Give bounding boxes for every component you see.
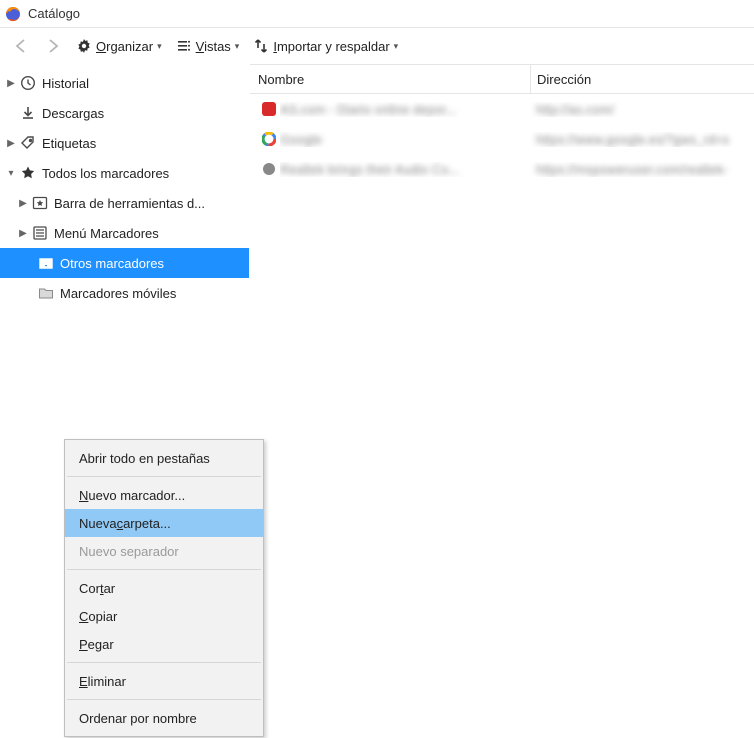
organize-label: Organizar — [96, 39, 153, 54]
ctx-paste: Pegar — [65, 630, 263, 658]
bookmarks-menu-icon — [30, 225, 50, 241]
firefox-icon — [4, 5, 22, 23]
chevron-down-icon: ▾ — [157, 41, 162, 52]
sidebar-item-bookmarks-menu[interactable]: ▶ Menú Marcadores — [0, 218, 249, 248]
column-address[interactable]: Dirección — [530, 65, 754, 93]
separator — [67, 476, 261, 477]
import-label: Importar y respaldar — [273, 39, 389, 54]
bookmark-url: http://as.com/ — [530, 102, 754, 117]
separator — [67, 699, 261, 700]
window-titlebar: Catálogo — [0, 0, 754, 28]
sidebar-item-downloads[interactable]: Descargas — [0, 98, 249, 128]
ctx-open-all-tabs[interactable]: Abrir todo en pestañas — [65, 444, 263, 472]
bookmark-name: Realtek brings their Audio Co... — [280, 162, 530, 177]
chevron-down-icon: ▾ — [235, 41, 240, 52]
views-label: Vistas — [196, 39, 231, 54]
sidebar-label: Otros marcadores — [60, 256, 164, 271]
ctx-copy[interactable]: Copiar — [65, 602, 263, 630]
favicon — [258, 132, 280, 146]
bookmark-url: https://www.google.es/?gws_rd=s — [530, 132, 754, 147]
sidebar-label: Historial — [42, 76, 89, 91]
bookmark-row[interactable]: Realtek brings their Audio Co... https:/… — [250, 154, 754, 184]
window-title: Catálogo — [28, 6, 80, 21]
tag-icon — [18, 135, 38, 151]
expand-icon[interactable]: ▶ — [16, 228, 30, 239]
expand-icon[interactable]: ▶ — [4, 138, 18, 149]
sidebar-item-history[interactable]: ▶ Historial — [0, 68, 249, 98]
ctx-new-separator: Nuevo separador — [65, 537, 263, 565]
sidebar-label: Descargas — [42, 106, 104, 121]
ctx-new-folder[interactable]: Nueva carpeta... — [65, 509, 263, 537]
ctx-sort-by-name[interactable]: Ordenar por nombre — [65, 704, 263, 732]
column-headers: Nombre Dirección — [250, 64, 754, 94]
sidebar-item-toolbar-bookmarks[interactable]: ▶ Barra de herramientas d... — [0, 188, 249, 218]
sidebar-item-mobile-bookmarks[interactable]: Marcadores móviles — [0, 278, 249, 308]
sidebar-label: Marcadores móviles — [60, 286, 176, 301]
back-button[interactable] — [6, 31, 36, 61]
views-button[interactable]: Vistas ▾ — [170, 31, 246, 61]
sidebar-label: Etiquetas — [42, 136, 96, 151]
sidebar-label: Menú Marcadores — [54, 226, 159, 241]
bookmark-name: AS.com - Diario online depor... — [280, 102, 530, 117]
context-menu: Abrir todo en pestañas Nuevo marcador...… — [64, 439, 264, 737]
ctx-delete: Eliminar — [65, 667, 263, 695]
folder-icon — [36, 285, 56, 301]
sidebar-label: Todos los marcadores — [42, 166, 169, 181]
bookmark-row[interactable]: AS.com - Diario online depor... http://a… — [250, 94, 754, 124]
forward-button[interactable] — [38, 31, 68, 61]
expand-icon[interactable]: ▶ — [16, 198, 30, 209]
content-pane: Nombre Dirección AS.com - Diario online … — [250, 64, 754, 738]
ctx-new-bookmark[interactable]: Nuevo marcador... — [65, 481, 263, 509]
star-icon — [18, 165, 38, 181]
inbox-icon — [36, 255, 56, 271]
clock-icon — [18, 75, 38, 91]
bookmark-name: Google — [280, 132, 530, 147]
sidebar-item-all-bookmarks[interactable]: ▾ Todos los marcadores — [0, 158, 249, 188]
bookmarks-toolbar-icon — [30, 195, 50, 211]
favicon — [258, 162, 280, 176]
collapse-icon[interactable]: ▾ — [4, 168, 18, 179]
favicon — [258, 102, 280, 116]
bookmark-url: https://mspoweruser.com/realtek- — [530, 162, 754, 177]
bookmark-row[interactable]: Google https://www.google.es/?gws_rd=s — [250, 124, 754, 154]
ctx-cut: Cortar — [65, 574, 263, 602]
chevron-down-icon: ▾ — [394, 41, 399, 52]
sidebar-label: Barra de herramientas d... — [54, 196, 205, 211]
import-backup-button[interactable]: Importar y respaldar ▾ — [247, 31, 404, 61]
separator — [67, 662, 261, 663]
download-icon — [18, 105, 38, 121]
separator — [67, 569, 261, 570]
organize-button[interactable]: Organizar ▾ — [70, 31, 168, 61]
sidebar-item-tags[interactable]: ▶ Etiquetas — [0, 128, 249, 158]
toolbar: Organizar ▾ Vistas ▾ Importar y respalda… — [0, 28, 754, 64]
column-name[interactable]: Nombre — [250, 72, 530, 87]
sidebar-item-other-bookmarks[interactable]: Otros marcadores — [0, 248, 249, 278]
expand-icon[interactable]: ▶ — [4, 78, 18, 89]
